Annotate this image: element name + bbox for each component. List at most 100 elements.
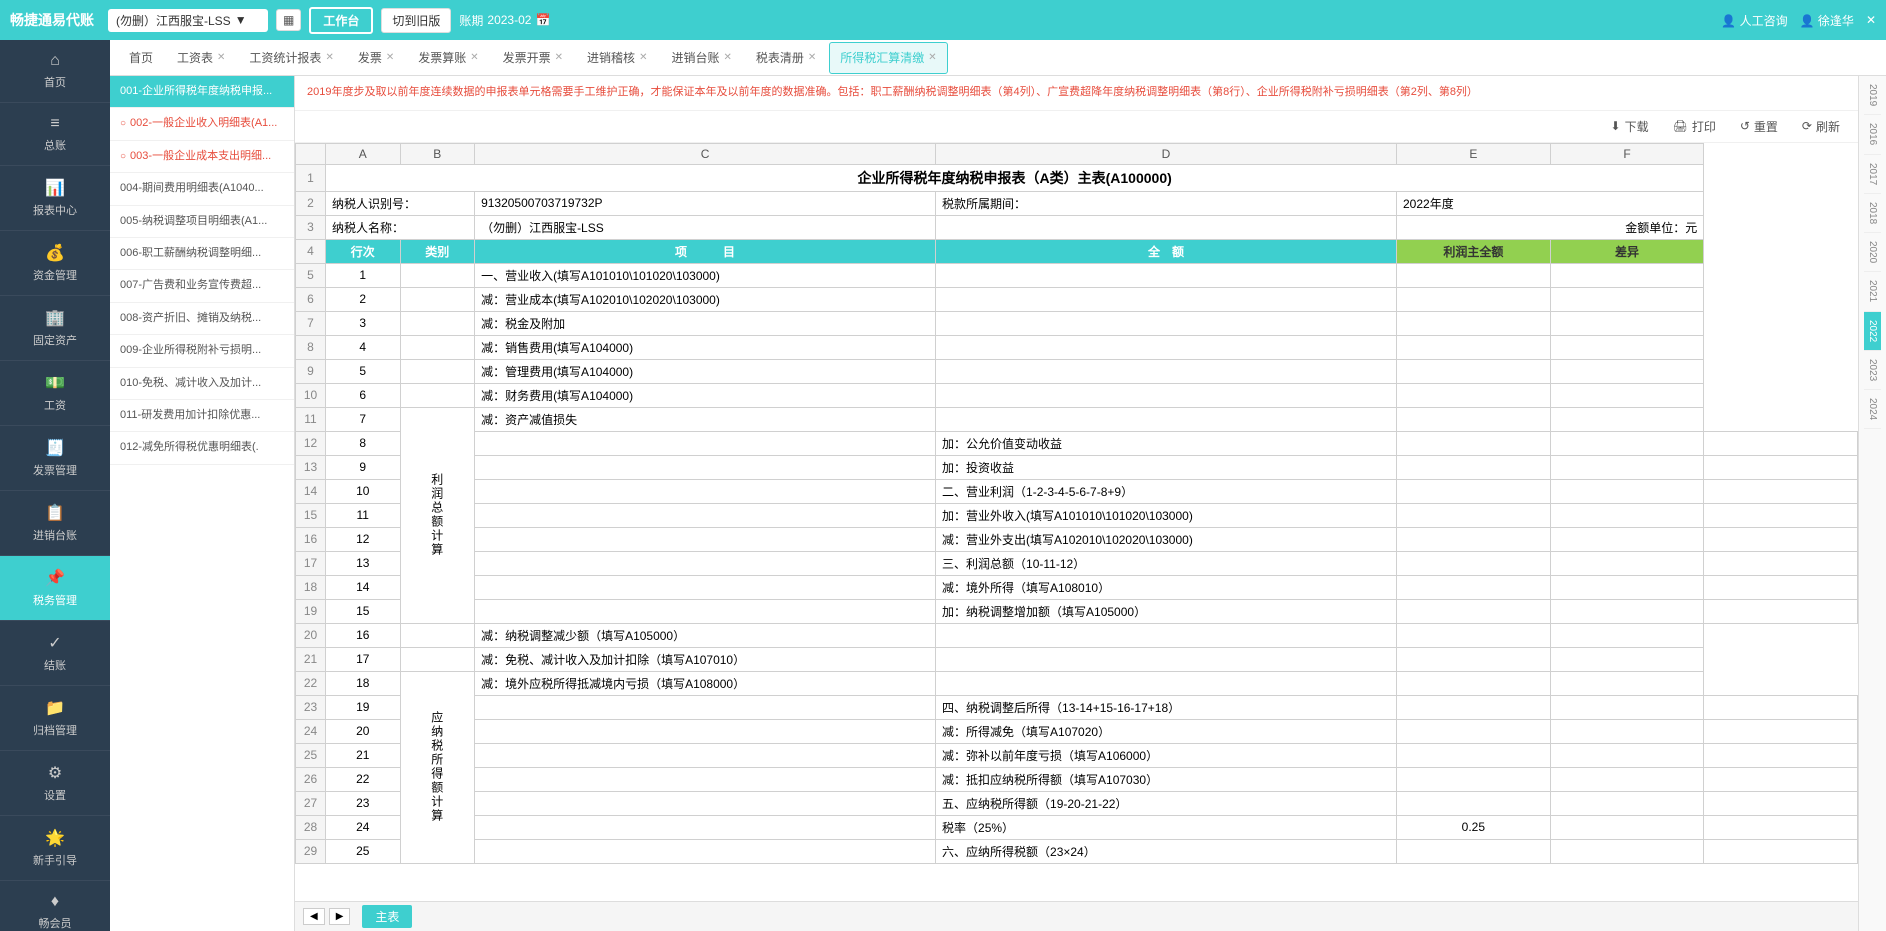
amount-cell[interactable]: 0.25 bbox=[1397, 815, 1551, 839]
sidebar-item-asset[interactable]: 🏢固定资产 bbox=[0, 296, 110, 361]
amount-cell[interactable] bbox=[936, 623, 1397, 647]
sidebar-item-report[interactable]: 📊报表中心 bbox=[0, 166, 110, 231]
tab-close-icon[interactable]: ✕ bbox=[470, 52, 478, 63]
amount-cell[interactable] bbox=[936, 407, 1397, 431]
amount-cell[interactable] bbox=[1397, 527, 1551, 551]
diff-cell[interactable] bbox=[1704, 743, 1858, 767]
diff-cell[interactable] bbox=[1704, 815, 1858, 839]
tab-发票算账[interactable]: 发票算账✕ bbox=[407, 42, 489, 74]
profit-cell[interactable] bbox=[1550, 815, 1704, 839]
diff-cell[interactable] bbox=[1550, 671, 1704, 695]
diff-cell[interactable] bbox=[1550, 335, 1704, 359]
tab-close-icon[interactable]: ✕ bbox=[386, 52, 394, 63]
amount-cell[interactable] bbox=[1397, 455, 1551, 479]
tab-close-icon[interactable]: ✕ bbox=[639, 52, 647, 63]
profit-cell[interactable] bbox=[1397, 647, 1551, 671]
amount-cell[interactable] bbox=[1397, 503, 1551, 527]
tab-close-icon[interactable]: ✕ bbox=[808, 52, 816, 63]
amount-cell[interactable] bbox=[936, 359, 1397, 383]
tab-所得税汇算清缴[interactable]: 所得税汇算清缴✕ bbox=[829, 42, 947, 74]
diff-cell[interactable] bbox=[1704, 719, 1858, 743]
report-item-011[interactable]: 011-研发费用加计扣除优惠... bbox=[110, 400, 294, 432]
profit-cell[interactable] bbox=[1550, 527, 1704, 551]
main-table-tab[interactable]: 主表 bbox=[362, 905, 412, 928]
tab-工资表[interactable]: 工资表✕ bbox=[166, 42, 236, 74]
year-item-2018[interactable]: 2018 bbox=[1864, 194, 1881, 233]
report-item-006[interactable]: 006-职工薪酬纳税调整明细... bbox=[110, 238, 294, 270]
print-icon-btn[interactable]: ▦ bbox=[276, 9, 301, 31]
report-item-004[interactable]: 004-期间费用明细表(A1040... bbox=[110, 173, 294, 205]
profit-cell[interactable] bbox=[1397, 287, 1551, 311]
year-item-2022[interactable]: 2022 bbox=[1864, 312, 1881, 351]
diff-cell[interactable] bbox=[1550, 407, 1704, 431]
amount-cell[interactable] bbox=[1397, 479, 1551, 503]
year-item-2021[interactable]: 2021 bbox=[1864, 272, 1881, 311]
diff-cell[interactable] bbox=[1550, 311, 1704, 335]
tab-close-icon[interactable]: ✕ bbox=[217, 52, 225, 63]
report-item-010[interactable]: 010-免税、减计收入及加计... bbox=[110, 368, 294, 400]
profit-cell[interactable] bbox=[1397, 623, 1551, 647]
profit-cell[interactable] bbox=[1550, 599, 1704, 623]
diff-cell[interactable] bbox=[1704, 431, 1858, 455]
sidebar-item-invoice[interactable]: 🧾发票管理 bbox=[0, 426, 110, 491]
profit-cell[interactable] bbox=[1550, 551, 1704, 575]
sidebar-item-member[interactable]: ♦畅会员 bbox=[0, 881, 110, 931]
spreadsheet-wrapper[interactable]: A B C D E F 1 企业所 bbox=[295, 143, 1858, 901]
year-item-2024[interactable]: 2024 bbox=[1864, 390, 1881, 429]
year-item-2016[interactable]: 2016 bbox=[1864, 115, 1881, 154]
amount-cell[interactable] bbox=[1397, 551, 1551, 575]
year-item-2019[interactable]: 2019 bbox=[1864, 76, 1881, 115]
profit-cell[interactable] bbox=[1550, 719, 1704, 743]
amount-cell[interactable] bbox=[1397, 719, 1551, 743]
report-item-005[interactable]: 005-纳税调整项目明细表(A1... bbox=[110, 206, 294, 238]
report-item-002[interactable]: 002-一般企业收入明细表(A1... bbox=[110, 108, 294, 140]
sidebar-item-ledger[interactable]: ≡总账 bbox=[0, 103, 110, 166]
diff-cell[interactable] bbox=[1550, 623, 1704, 647]
diff-cell[interactable] bbox=[1704, 695, 1858, 719]
profit-cell[interactable] bbox=[1550, 479, 1704, 503]
work-btn[interactable]: 工作台 bbox=[309, 7, 373, 34]
amount-cell[interactable] bbox=[1397, 599, 1551, 623]
amount-cell[interactable] bbox=[936, 263, 1397, 287]
profit-cell[interactable] bbox=[1397, 383, 1551, 407]
company-selector[interactable]: (勿删）江西服宝-LSS ▼ bbox=[108, 9, 268, 32]
tab-税表清册[interactable]: 税表清册✕ bbox=[745, 42, 827, 74]
amount-cell[interactable] bbox=[936, 647, 1397, 671]
reset-btn[interactable]: ↺ 重置 bbox=[1734, 115, 1784, 138]
user-info[interactable]: 👤 徐逢华 bbox=[1800, 12, 1854, 29]
diff-cell[interactable] bbox=[1550, 647, 1704, 671]
profit-cell[interactable] bbox=[1397, 335, 1551, 359]
tab-进销台账[interactable]: 进销台账✕ bbox=[660, 42, 742, 74]
diff-cell[interactable] bbox=[1704, 527, 1858, 551]
profit-cell[interactable] bbox=[1550, 575, 1704, 599]
amount-cell[interactable] bbox=[1397, 575, 1551, 599]
profit-cell[interactable] bbox=[1550, 839, 1704, 863]
amount-cell[interactable] bbox=[936, 383, 1397, 407]
diff-cell[interactable] bbox=[1704, 455, 1858, 479]
sidebar-item-guide[interactable]: 🌟新手引导 bbox=[0, 816, 110, 881]
tab-close-icon[interactable]: ✕ bbox=[928, 52, 936, 63]
calendar-icon[interactable]: 📅 bbox=[535, 13, 550, 27]
profit-cell[interactable] bbox=[1550, 695, 1704, 719]
profit-cell[interactable] bbox=[1550, 743, 1704, 767]
print-btn[interactable]: 🖨 打印 bbox=[1667, 115, 1722, 138]
diff-cell[interactable] bbox=[1550, 263, 1704, 287]
sidebar-item-tax[interactable]: 📌税务管理 bbox=[0, 556, 110, 621]
tab-工资统计报表[interactable]: 工资统计报表✕ bbox=[238, 42, 344, 74]
tab-close-icon[interactable]: ✕ bbox=[723, 52, 731, 63]
amount-cell[interactable] bbox=[1397, 839, 1551, 863]
profit-cell[interactable] bbox=[1397, 263, 1551, 287]
diff-cell[interactable] bbox=[1550, 383, 1704, 407]
report-item-007[interactable]: 007-广告费和业务宣传费超... bbox=[110, 270, 294, 302]
sidebar-item-home[interactable]: ⌂首页 bbox=[0, 40, 110, 103]
sidebar-item-sales[interactable]: 📋进销台账 bbox=[0, 491, 110, 556]
year-item-2023[interactable]: 2023 bbox=[1864, 351, 1881, 390]
profit-cell[interactable] bbox=[1550, 503, 1704, 527]
close-btn[interactable]: ✕ bbox=[1866, 13, 1876, 27]
report-item-012[interactable]: 012-减免所得税优惠明细表(. bbox=[110, 432, 294, 464]
sidebar-item-settings[interactable]: ⚙设置 bbox=[0, 751, 110, 816]
diff-cell[interactable] bbox=[1704, 767, 1858, 791]
sidebar-item-fund[interactable]: 💰资金管理 bbox=[0, 231, 110, 296]
profit-cell[interactable] bbox=[1550, 431, 1704, 455]
amount-cell[interactable] bbox=[936, 671, 1397, 695]
